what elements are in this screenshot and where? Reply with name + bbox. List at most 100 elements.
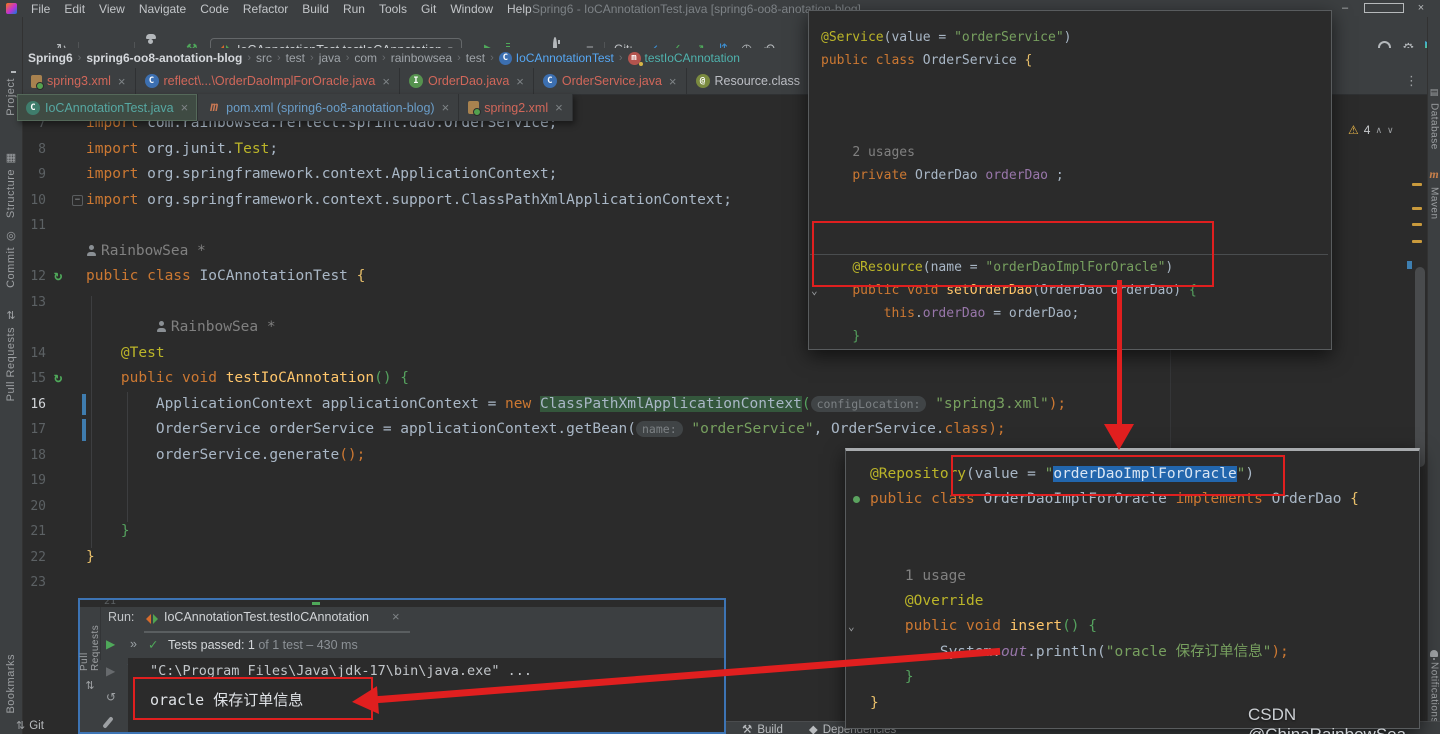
warning-stripe-mark[interactable]	[1412, 183, 1422, 186]
tab-spring3.xml[interactable]: spring3.xml ×	[22, 68, 136, 94]
fold-chevron-icon[interactable]: ⌄	[848, 614, 855, 639]
close-icon[interactable]: ×	[516, 74, 524, 89]
breadcrumb-item-rainbowsea[interactable]: rainbowsea	[391, 51, 452, 65]
test-passed-icon[interactable]: ↻	[54, 264, 62, 290]
maximize-button[interactable]	[1364, 0, 1404, 17]
line-number: 12	[30, 269, 46, 284]
breadcrumb-item-Spring6[interactable]: Spring6	[28, 51, 73, 65]
menu-build[interactable]: Build	[295, 2, 336, 16]
menu-navigate[interactable]: Navigate	[132, 2, 193, 16]
warning-stripe-mark[interactable]	[1412, 240, 1422, 243]
menu-git[interactable]: Git	[414, 2, 443, 16]
show-passed-icon[interactable]: ▶	[106, 664, 115, 678]
line-number: 16	[30, 396, 46, 412]
tab-Resource.class[interactable]: @Resource.class×	[687, 68, 825, 94]
gutter	[846, 513, 870, 538]
breadcrumb-item-test[interactable]: test	[466, 51, 485, 65]
sidebar-item-maven[interactable]: m Maven	[1428, 167, 1440, 220]
sidebar-item-commit[interactable]: ◎ Commit	[0, 229, 22, 288]
scrollbar-thumb[interactable]	[1415, 267, 1425, 467]
class-file-icon: C	[144, 74, 159, 88]
tab-OrderService.java[interactable]: C OrderService.java ×	[534, 68, 687, 94]
tab-IoCAnnotationTest.java[interactable]: C IoCAnnotationTest.java ×	[17, 94, 199, 121]
breadcrumb-separator-icon: ›	[77, 52, 82, 64]
expand-icon[interactable]: »	[130, 637, 137, 651]
breadcrumb-item-testIoCAnnotation[interactable]: m testIoCAnnotation	[627, 51, 740, 66]
sidebar-item-pull-requests[interactable]: ⇅ Pull Requests	[0, 309, 22, 401]
close-icon[interactable]: ×	[382, 74, 390, 89]
close-icon[interactable]: ×	[555, 100, 563, 115]
tool-window-build[interactable]: ⚒ Build	[742, 722, 783, 734]
sidebar-item-structure[interactable]: ▦ Structure	[0, 151, 22, 218]
gutter	[46, 545, 86, 571]
wrench-icon[interactable]	[102, 716, 114, 729]
tab-spring2.xml[interactable]: spring2.xml ×	[459, 94, 573, 121]
menu-run[interactable]: Run	[336, 2, 372, 16]
close-icon[interactable]: ×	[181, 100, 189, 115]
breadcrumb-item-java[interactable]: java	[319, 51, 341, 65]
fold-icon[interactable]: −	[72, 194, 83, 206]
watermark: CSDN @ChinaRainbowSea	[1248, 705, 1406, 734]
next-warning-icon[interactable]: ∨	[1387, 125, 1394, 136]
menu-window[interactable]: Window	[443, 2, 500, 16]
run-tab[interactable]: IoCAnnotationTest.testIoCAnnotation	[164, 610, 369, 624]
line-number: 11	[30, 218, 46, 233]
breadcrumb-item-test[interactable]: test	[286, 51, 305, 65]
breadcrumb-item-com[interactable]: com	[354, 51, 377, 65]
gutter	[846, 691, 870, 716]
breadcrumb-item-IoCAnnotationTest[interactable]: C IoCAnnotationTest	[498, 51, 614, 65]
menu-tools[interactable]: Tools	[372, 2, 414, 16]
test-status: Tests passed: 1 of 1 test – 430 ms	[168, 638, 358, 652]
test-passed-icon[interactable]: ↻	[54, 366, 62, 392]
gutter	[46, 417, 86, 443]
code-line: 2 usages	[809, 141, 1331, 164]
app-logo-icon	[6, 3, 17, 14]
info-stripe-mark[interactable]	[1407, 261, 1412, 269]
tab-OrderDao.java[interactable]: I OrderDao.java ×	[400, 68, 534, 94]
window-controls: – ×	[1326, 0, 1440, 17]
sidebar-item-bookmarks[interactable]: Bookmarks	[0, 649, 22, 714]
sidebar-item-git[interactable]: ⇅ Git	[16, 719, 44, 733]
warning-stripe-mark[interactable]	[1412, 207, 1422, 210]
vcs-change-marker	[82, 393, 86, 415]
author-icon	[86, 244, 96, 256]
inspections-widget[interactable]: ⚠ 4 ∧ ∨	[1348, 123, 1394, 137]
close-icon[interactable]: ×	[392, 609, 400, 624]
gutter	[809, 325, 821, 348]
gutter	[809, 26, 821, 49]
rerun-icon[interactable]: ↺	[106, 690, 116, 704]
commit-icon: ◎	[6, 230, 16, 242]
warning-stripe-mark[interactable]	[1412, 223, 1422, 226]
gutter	[46, 392, 86, 418]
more-icon[interactable]: ⋮	[1405, 73, 1418, 89]
close-icon[interactable]: ×	[118, 74, 126, 89]
menu-code[interactable]: Code	[193, 2, 236, 16]
menu-edit[interactable]: Edit	[57, 2, 92, 16]
code-line: 1 usage	[846, 564, 1419, 589]
close-icon[interactable]: ×	[442, 100, 450, 115]
menu-file[interactable]: File	[24, 2, 57, 16]
breadcrumb-item-spring6-oo8-anotation-blog[interactable]: spring6-oo8-anotation-blog	[86, 51, 242, 65]
rerun-tests-icon[interactable]: ▶	[106, 637, 115, 651]
gutter	[46, 315, 86, 341]
gutter	[46, 468, 86, 494]
menu-view[interactable]: View	[92, 2, 132, 16]
close-icon[interactable]: ×	[669, 74, 677, 89]
annotation-box-resource	[812, 221, 1214, 287]
xml-file-icon	[468, 101, 482, 116]
tab-pom.xml (spring6-oo8-anotation-blog)[interactable]: m pom.xml (spring6-oo8-anotation-blog) ×	[198, 94, 460, 121]
gutter	[846, 538, 870, 563]
prev-warning-icon[interactable]: ∧	[1375, 125, 1382, 136]
bell-icon	[1430, 650, 1438, 660]
close-button[interactable]: ×	[1402, 0, 1440, 17]
run-left-stripe: Pull Requests ⇅	[79, 607, 101, 732]
sidebar-item-database[interactable]: ▤ Database	[1428, 87, 1440, 150]
spring-bean-icon[interactable]	[853, 496, 860, 504]
method-icon: m	[627, 51, 643, 66]
gutter	[46, 162, 86, 188]
author-icon	[156, 321, 166, 332]
menu-refactor[interactable]: Refactor	[236, 2, 295, 16]
breadcrumb-item-src[interactable]: src	[256, 51, 272, 65]
hammer-icon: ⚒	[742, 724, 753, 734]
tab-reflect\...\OrderDaoImplForOracle.java[interactable]: Creflect\...\OrderDaoImplForOracle.java ×	[136, 68, 400, 94]
